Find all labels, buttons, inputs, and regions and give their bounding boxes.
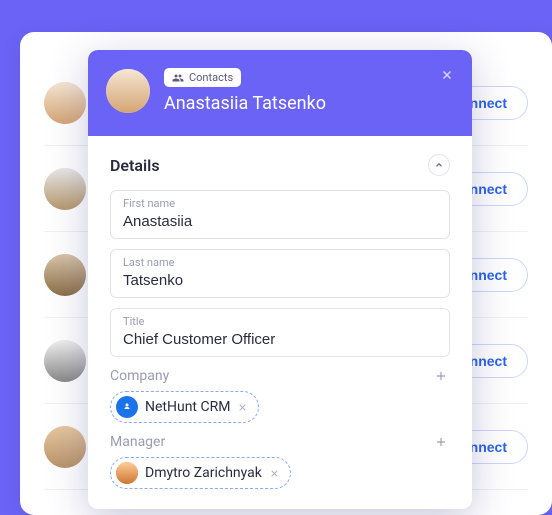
- people-icon: [172, 72, 184, 84]
- company-label: Company: [110, 368, 169, 384]
- title-field[interactable]: Title: [110, 308, 450, 357]
- contact-avatar: [106, 69, 150, 113]
- plus-icon: [434, 369, 448, 383]
- first-name-field[interactable]: First name: [110, 190, 450, 239]
- details-heading: Details: [110, 156, 160, 175]
- avatar: [44, 82, 86, 124]
- close-button[interactable]: [436, 64, 458, 86]
- first-name-input[interactable]: [123, 213, 437, 230]
- field-label: First name: [123, 197, 437, 210]
- chip-label: Dmytro Zarichnyak: [145, 465, 262, 481]
- avatar: [44, 168, 86, 210]
- company-logo-icon: [116, 396, 138, 418]
- last-name-field[interactable]: Last name: [110, 249, 450, 298]
- add-manager-button[interactable]: [432, 433, 450, 451]
- last-name-input[interactable]: [123, 272, 437, 289]
- remove-company-button[interactable]: [237, 402, 248, 413]
- manager-chip[interactable]: Dmytro Zarichnyak: [110, 457, 291, 489]
- avatar: [44, 426, 86, 468]
- title-input[interactable]: [123, 331, 437, 348]
- collapse-button[interactable]: [428, 154, 450, 176]
- chevron-up-icon: [434, 160, 444, 170]
- field-label: Last name: [123, 256, 437, 269]
- close-icon: [269, 468, 280, 479]
- contact-detail-panel: Contacts Anastasiia Tatsenko Details Fir…: [88, 50, 472, 509]
- add-company-button[interactable]: [432, 367, 450, 385]
- plus-icon: [434, 435, 448, 449]
- panel-body: Details First name Last name Title Compa…: [88, 136, 472, 509]
- manager-label: Manager: [110, 434, 165, 450]
- field-label: Title: [123, 315, 437, 328]
- remove-manager-button[interactable]: [269, 468, 280, 479]
- badge-label: Contacts: [189, 71, 233, 84]
- contacts-badge: Contacts: [164, 68, 241, 87]
- avatar: [44, 340, 86, 382]
- avatar: [44, 254, 86, 296]
- close-icon: [440, 68, 454, 82]
- close-icon: [237, 402, 248, 413]
- contact-name: Anastasiia Tatsenko: [164, 93, 326, 114]
- manager-avatar: [116, 462, 138, 484]
- chip-label: NetHunt CRM: [145, 399, 230, 415]
- panel-header: Contacts Anastasiia Tatsenko: [88, 50, 472, 136]
- company-chip[interactable]: NetHunt CRM: [110, 391, 259, 423]
